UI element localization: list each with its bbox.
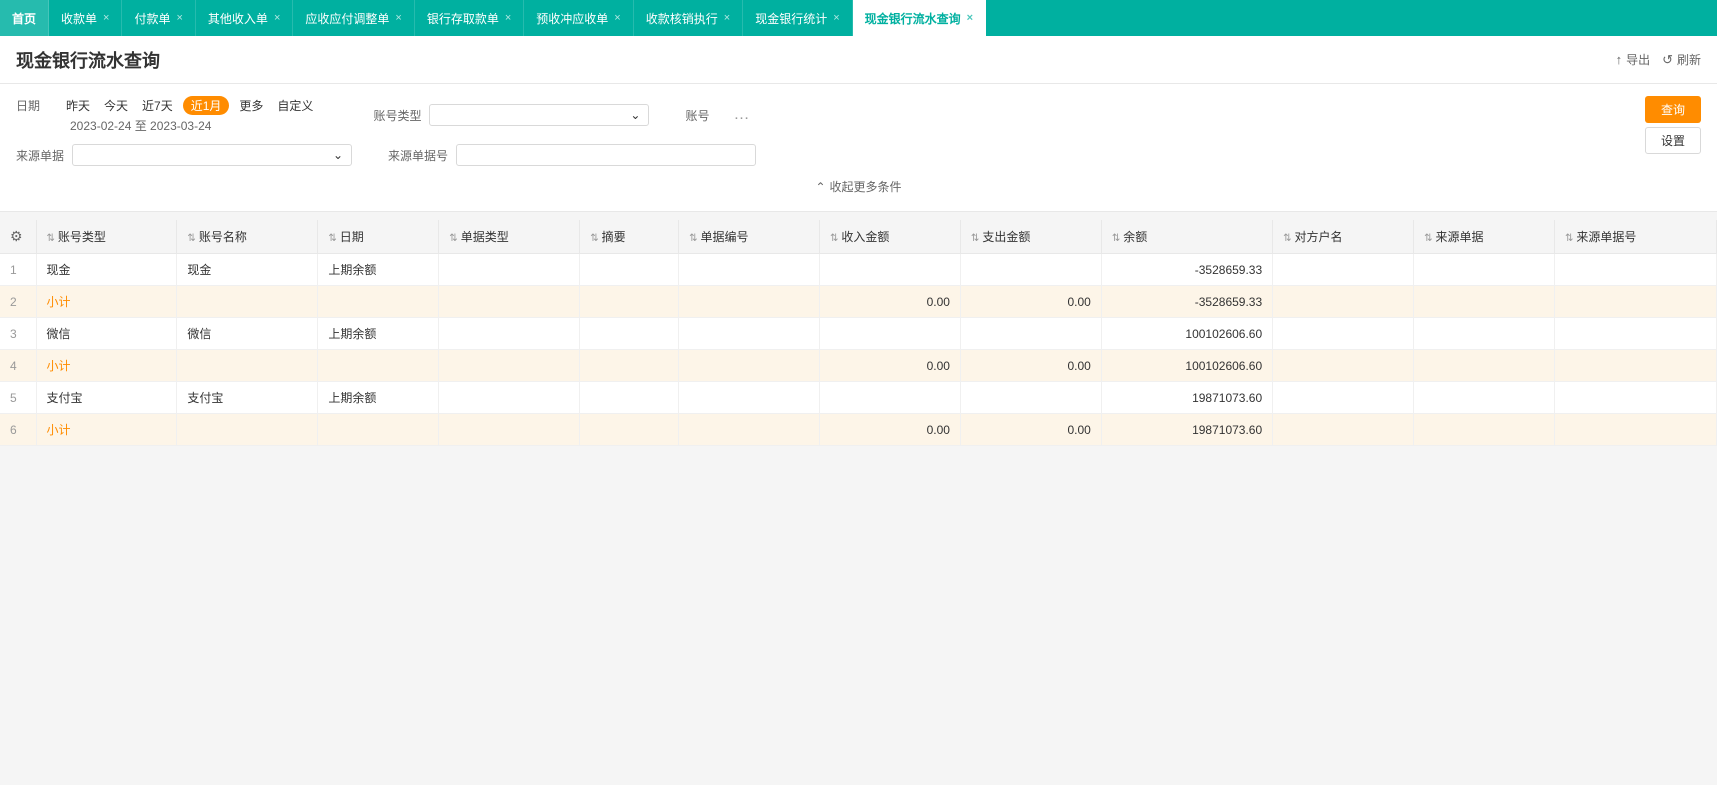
table-row: 5支付宝支付宝上期余额19871073.60 — [0, 382, 1717, 414]
page-header: 现金银行流水查询 ↑ 导出 ↺ 刷新 — [0, 36, 1717, 84]
col-counterparty[interactable]: ⇅对方户名 — [1273, 220, 1414, 254]
table-header-row: ⚙ ⇅账号类型 ⇅账号名称 ⇅日期 ⇅单据类型 ⇅摘要 ⇅单据编 — [0, 220, 1717, 254]
nav-tab-其他收入单[interactable]: 其他收入单× — [196, 0, 293, 36]
col-date[interactable]: ⇅日期 — [318, 220, 439, 254]
nav-tab-收款单[interactable]: 收款单× — [49, 0, 122, 36]
table-row: 3微信微信上期余额100102606.60 — [0, 318, 1717, 350]
page-title: 现金银行流水查询 — [16, 47, 160, 73]
chevron-up-icon: ⌃ — [815, 180, 825, 194]
date-btn-more[interactable]: 更多 — [235, 96, 267, 115]
close-icon[interactable]: × — [274, 12, 280, 24]
nav-home[interactable]: 首页 — [0, 0, 49, 36]
col-balance[interactable]: ⇅余额 — [1101, 220, 1272, 254]
nav-tab-付款单[interactable]: 付款单× — [122, 0, 195, 36]
refresh-icon: ↺ — [1662, 52, 1673, 68]
nav-tab-现金银行统计[interactable]: 现金银行统计× — [743, 0, 852, 36]
col-doc-no[interactable]: ⇅单据编号 — [679, 220, 820, 254]
data-table: ⚙ ⇅账号类型 ⇅账号名称 ⇅日期 ⇅单据类型 ⇅摘要 ⇅单据编 — [0, 220, 1717, 446]
date-btn-custom[interactable]: 自定义 — [273, 96, 317, 115]
date-btn-7days[interactable]: 近7天 — [138, 96, 177, 115]
gear-icon[interactable]: ⚙ — [10, 228, 23, 244]
close-icon[interactable]: × — [505, 12, 511, 24]
date-btn-today[interactable]: 今天 — [100, 96, 132, 115]
col-account-name[interactable]: ⇅账号名称 — [177, 220, 318, 254]
nav-tab-现金银行流水查询[interactable]: 现金银行流水查询× — [853, 0, 986, 36]
date-btn-yesterday[interactable]: 昨天 — [62, 96, 94, 115]
account-type-label: 账号类型 — [373, 107, 421, 124]
date-label: 日期 — [16, 97, 56, 114]
source-doc-label: 来源单据 — [16, 147, 64, 164]
export-button[interactable]: ↑ 导出 — [1616, 51, 1651, 68]
close-icon[interactable]: × — [724, 12, 730, 24]
query-button[interactable]: 查询 — [1645, 96, 1701, 123]
header-actions: ↑ 导出 ↺ 刷新 — [1616, 51, 1701, 68]
nav-tab-银行存取款单[interactable]: 银行存取款单× — [415, 0, 524, 36]
table-row: 2小计0.000.00-3528659.33 — [0, 286, 1717, 318]
col-doc-type[interactable]: ⇅单据类型 — [439, 220, 580, 254]
date-shortcuts: 昨天 今天 近7天 近1月 更多 自定义 — [62, 96, 317, 115]
close-icon[interactable]: × — [395, 12, 401, 24]
export-icon: ↑ — [1616, 52, 1623, 67]
chevron-down-icon: ⌄ — [630, 108, 640, 122]
chevron-down-icon-2: ⌄ — [333, 148, 343, 162]
filter-row-1: 日期 昨天 今天 近7天 近1月 更多 自定义 2023-02-24 至 202… — [16, 96, 1621, 134]
top-navigation: 首页 收款单×付款单×其他收入单×应收应付调整单×银行存取款单×预收冲应收单×收… — [0, 0, 1717, 36]
close-icon[interactable]: × — [833, 12, 839, 24]
col-source-doc[interactable]: ⇅来源单据 — [1414, 220, 1555, 254]
col-source-doc-no[interactable]: ⇅来源单据号 — [1555, 220, 1717, 254]
close-icon[interactable]: × — [103, 12, 109, 24]
source-doc-select[interactable]: ⌄ — [72, 144, 352, 166]
settings-button[interactable]: 设置 — [1645, 127, 1701, 154]
col-account-type[interactable]: ⇅账号类型 — [36, 220, 177, 254]
source-doc-num-label: 来源单据号 — [388, 147, 448, 164]
col-expense[interactable]: ⇅支出金额 — [960, 220, 1101, 254]
account-dots[interactable]: … — [733, 106, 749, 124]
data-table-container: ⚙ ⇅账号类型 ⇅账号名称 ⇅日期 ⇅单据类型 ⇅摘要 ⇅单据编 — [0, 220, 1717, 446]
nav-tab-收款核销执行[interactable]: 收款核销执行× — [634, 0, 743, 36]
col-summary[interactable]: ⇅摘要 — [580, 220, 679, 254]
collapse-bar[interactable]: ⌃ 收起更多条件 — [16, 174, 1701, 199]
table-row: 1现金现金上期余额-3528659.33 — [0, 254, 1717, 286]
close-icon[interactable]: × — [176, 12, 182, 24]
nav-tab-预收冲应收单[interactable]: 预收冲应收单× — [524, 0, 633, 36]
refresh-button[interactable]: ↺ 刷新 — [1662, 51, 1701, 68]
account-type-select[interactable]: ⌄ — [429, 104, 649, 126]
table-row: 6小计0.000.0019871073.60 — [0, 414, 1717, 446]
filter-area: 日期 昨天 今天 近7天 近1月 更多 自定义 2023-02-24 至 202… — [0, 84, 1717, 212]
account-label: 账号 — [685, 107, 725, 124]
close-icon[interactable]: × — [614, 12, 620, 24]
date-range-display: 2023-02-24 至 2023-03-24 — [70, 119, 211, 133]
close-icon[interactable]: × — [967, 12, 973, 24]
source-doc-num-input[interactable] — [456, 144, 756, 166]
col-income[interactable]: ⇅收入金额 — [820, 220, 961, 254]
date-btn-1month[interactable]: 近1月 — [183, 96, 230, 115]
table-row: 4小计0.000.00100102606.60 — [0, 350, 1717, 382]
right-buttons: 查询 设置 — [1645, 96, 1701, 154]
filter-row-2: 来源单据 ⌄ 来源单据号 — [16, 144, 1621, 166]
col-gear: ⚙ — [0, 220, 36, 254]
nav-tab-应收应付调整单[interactable]: 应收应付调整单× — [293, 0, 414, 36]
